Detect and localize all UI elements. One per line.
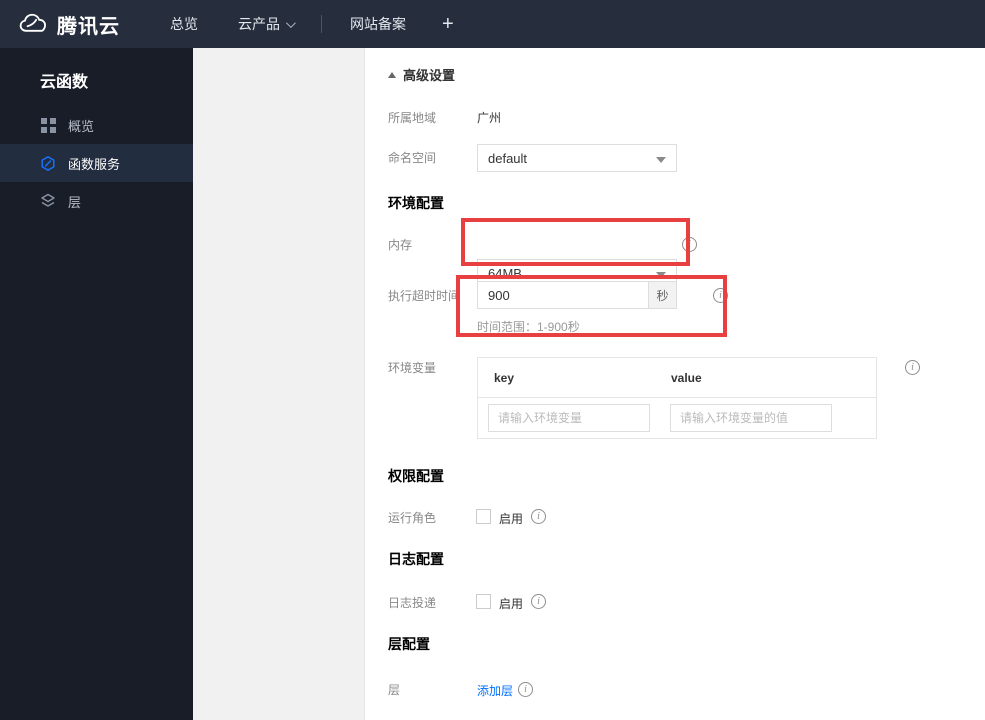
- add-layer-info-icon[interactable]: [518, 682, 533, 697]
- nav-item-label: 总览: [170, 16, 198, 32]
- add-layer-link[interactable]: 添加层: [477, 682, 513, 699]
- env-value-header: value: [671, 370, 702, 385]
- timeout-range-hint: 时间范围：1-900秒: [477, 320, 580, 334]
- run-role-info-icon[interactable]: [531, 509, 546, 524]
- sidebar-item-label: 概览: [68, 118, 95, 134]
- timeout-unit: 秒: [649, 281, 677, 309]
- sidebar-item-label: 层: [68, 194, 82, 210]
- section-log-config: 日志配置: [388, 551, 444, 567]
- namespace-select-value: default: [488, 150, 528, 166]
- sidebar: 云函数 概览 函数服务 层: [0, 48, 193, 720]
- env-vars-table-row: [478, 398, 876, 438]
- namespace-select[interactable]: default: [477, 144, 677, 172]
- sidebar-item-overview[interactable]: 概览: [0, 106, 193, 144]
- nav-item-icp-filing[interactable]: 网站备案: [330, 0, 426, 48]
- top-navbar: 腾讯云 总览 云产品 网站备案 +: [0, 0, 985, 48]
- sidebar-item-function-service[interactable]: 函数服务: [0, 144, 193, 182]
- cloud-icon: [18, 12, 48, 37]
- log-delivery-info-icon[interactable]: [531, 594, 546, 609]
- env-key-input[interactable]: [488, 404, 650, 432]
- timeout-info-icon[interactable]: [713, 288, 728, 303]
- grid-icon: [40, 117, 56, 133]
- secondary-panel: [193, 48, 365, 720]
- caret-down-icon: [656, 272, 666, 278]
- navbar-menu: 总览 云产品 网站备案 +: [150, 0, 470, 48]
- namespace-label: 命名空间: [388, 151, 437, 165]
- tencent-cloud-logo[interactable]: 腾讯云: [0, 10, 120, 39]
- nav-item-label: 网站备案: [350, 16, 406, 32]
- env-vars-label: 环境变量: [388, 361, 437, 375]
- layer-label: 层: [388, 683, 401, 697]
- navbar-divider: [321, 15, 322, 33]
- logo-text: 腾讯云: [57, 15, 120, 38]
- log-delivery-enable-label: 启用: [499, 597, 524, 611]
- section-layer-config: 层配置: [388, 636, 430, 652]
- memory-info-icon[interactable]: [682, 237, 697, 252]
- layers-icon: [40, 193, 56, 209]
- run-role-enable-label: 启用: [499, 512, 524, 526]
- env-vars-table: key value: [477, 357, 877, 439]
- timeout-input[interactable]: [477, 281, 649, 309]
- memory-select-value: 64MB: [488, 265, 522, 281]
- region-label: 所属地域: [388, 111, 437, 125]
- section-permission-config: 权限配置: [388, 468, 444, 484]
- nav-item-cloud-products[interactable]: 云产品: [218, 0, 313, 48]
- section-env-config: 环境配置: [388, 195, 444, 211]
- sidebar-title: 云函数: [40, 74, 89, 91]
- nav-item-label: 云产品: [238, 16, 280, 32]
- triangle-up-icon: [388, 71, 396, 78]
- env-key-header: key: [494, 370, 515, 385]
- add-tab-button[interactable]: +: [426, 13, 470, 36]
- settings-form: 高级设置 所属地域 广州 命名空间 default 环境配置 内存 64MB 执…: [365, 48, 985, 720]
- env-vars-info-icon[interactable]: [905, 360, 920, 375]
- region-value: 广州: [477, 111, 502, 125]
- timeout-label: 执行超时时间: [388, 289, 461, 303]
- sidebar-item-label: 函数服务: [68, 156, 121, 172]
- run-role-checkbox[interactable]: [476, 509, 491, 524]
- caret-down-icon: [656, 157, 666, 163]
- env-value-input[interactable]: [670, 404, 832, 432]
- hexagon-slash-icon: [40, 155, 56, 171]
- memory-label: 内存: [388, 238, 413, 252]
- chevron-down-icon: [285, 17, 296, 28]
- nav-item-overview[interactable]: 总览: [150, 0, 218, 48]
- advanced-settings-label: 高级设置: [403, 68, 456, 83]
- timeout-input-group: 秒: [477, 281, 677, 309]
- advanced-settings-toggle[interactable]: 高级设置: [388, 65, 455, 84]
- run-role-label: 运行角色: [388, 511, 437, 525]
- log-delivery-label: 日志投递: [388, 596, 437, 610]
- env-vars-table-header: key value: [478, 358, 876, 398]
- log-delivery-checkbox[interactable]: [476, 594, 491, 609]
- sidebar-item-layers[interactable]: 层: [0, 182, 193, 220]
